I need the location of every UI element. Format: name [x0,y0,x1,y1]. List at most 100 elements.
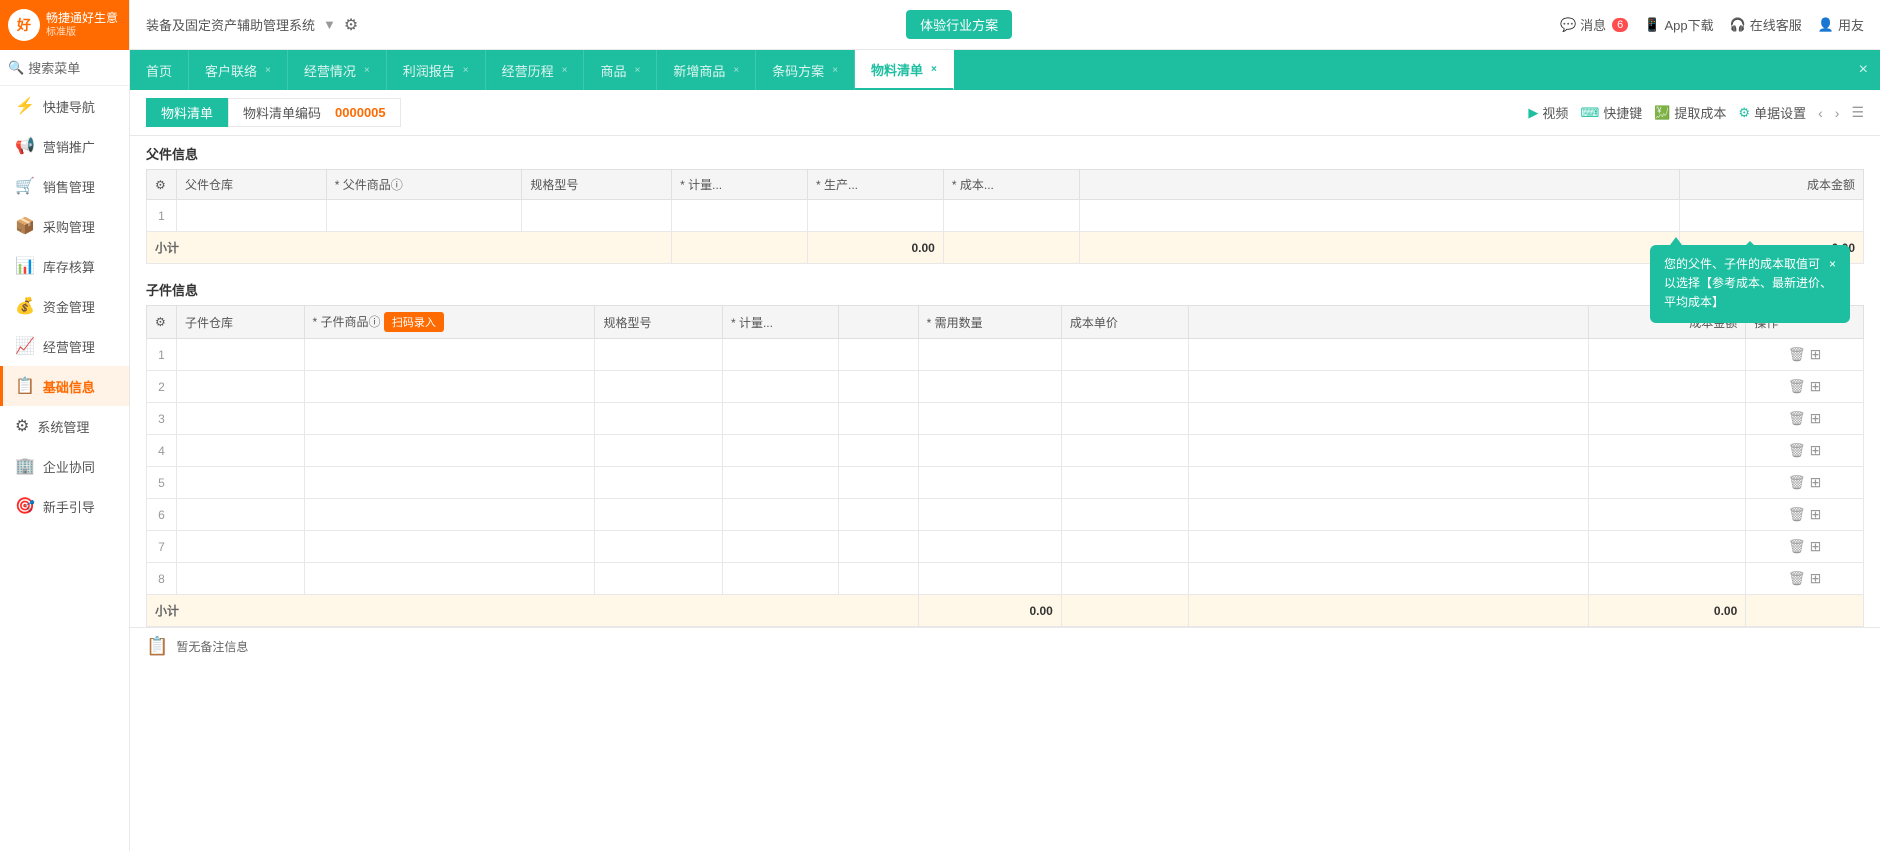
child-row-8-goods[interactable] [304,563,595,595]
extract-cost-button[interactable]: 💹 提取成本 [1654,103,1726,122]
child-row-7-delete-icon[interactable]: 🗑 [1788,538,1806,555]
child-row-7-unit-cost[interactable] [1061,531,1189,563]
child-row-7-spec[interactable] [595,531,723,563]
close-all-tabs-icon[interactable]: × [1847,61,1880,79]
tab-close-icon[interactable]: × [265,65,271,76]
child-row-6-spec[interactable] [595,499,723,531]
child-row-1-unit-cost[interactable] [1061,339,1189,371]
child-row-8-unit[interactable] [722,563,838,595]
child-row-3-goods[interactable] [304,403,595,435]
child-row-8-qty[interactable] [918,563,1061,595]
child-row-6-warehouse[interactable] [177,499,305,531]
child-row-5-qty[interactable] [918,467,1061,499]
tooltip-close-button[interactable]: × [1829,255,1836,274]
child-row-5-copy-icon[interactable]: ⊞ [1810,474,1822,491]
child-row-2-warehouse[interactable] [177,371,305,403]
child-row-6-copy-icon[interactable]: ⊞ [1810,506,1822,523]
sidebar-item-guide[interactable]: 🎯 新手引导 [0,486,129,526]
user-avatar[interactable]: 👤 用友 [1818,15,1864,34]
child-row-7-warehouse[interactable] [177,531,305,563]
parent-row-1-goods[interactable] [326,200,522,232]
tab-profit[interactable]: 利润报告 × [387,50,486,90]
experience-button[interactable]: 体验行业方案 [906,10,1012,39]
tab-goods[interactable]: 商品 × [584,50,657,90]
sidebar-item-system[interactable]: ⚙ 系统管理 [0,406,129,446]
child-row-8-spec[interactable] [595,563,723,595]
child-row-6-qty[interactable] [918,499,1061,531]
child-row-2-qty[interactable] [918,371,1061,403]
child-row-2-copy-icon[interactable]: ⊞ [1810,378,1822,395]
child-row-7-goods[interactable] [304,531,595,563]
sidebar-item-finance[interactable]: 💰 资金管理 [0,286,129,326]
child-row-3-warehouse[interactable] [177,403,305,435]
tab-close-icon[interactable]: × [733,65,739,76]
child-row-7-copy-icon[interactable]: ⊞ [1810,538,1822,555]
shortcut-button[interactable]: ⌨ 快捷键 [1580,103,1642,122]
message-button[interactable]: 💬 消息 6 [1560,15,1628,34]
child-row-3-unit[interactable] [722,403,838,435]
child-row-4-warehouse[interactable] [177,435,305,467]
video-button[interactable]: ▶ 视频 [1528,103,1568,122]
child-row-5-warehouse[interactable] [177,467,305,499]
child-row-6-goods[interactable] [304,499,595,531]
sub-tab-bom-list[interactable]: 物料清单 [146,98,228,127]
parent-row-1-production[interactable] [807,200,943,232]
parent-col-settings[interactable]: ⚙ [147,170,177,200]
child-row-1-spec[interactable] [595,339,723,371]
tab-operations[interactable]: 经营情况 × [288,50,387,90]
parent-row-1-cost-type[interactable] [943,200,1079,232]
app-download-button[interactable]: 📱 App下载 [1644,15,1713,34]
tab-close-icon[interactable]: × [832,65,838,76]
child-row-8-copy-icon[interactable]: ⊞ [1810,570,1822,587]
tab-home[interactable]: 首页 [130,50,189,90]
child-row-2-goods[interactable] [304,371,595,403]
child-row-1-unit[interactable] [722,339,838,371]
child-row-2-unit[interactable] [722,371,838,403]
sidebar-item-basic-info[interactable]: 📋 基础信息 [0,366,129,406]
tab-close-active-icon[interactable]: × [931,64,937,75]
child-row-8-warehouse[interactable] [177,563,305,595]
single-settings-button[interactable]: ⚙ 单据设置 [1738,103,1806,122]
tab-history[interactable]: 经营历程 × [486,50,585,90]
sidebar-item-marketing[interactable]: 📢 营销推广 [0,126,129,166]
child-row-4-copy-icon[interactable]: ⊞ [1810,442,1822,459]
pager-prev-icon[interactable]: ‹ [1818,105,1823,121]
child-row-3-copy-icon[interactable]: ⊞ [1810,410,1822,427]
online-service-button[interactable]: 🎧 在线客服 [1730,15,1802,34]
tab-bom[interactable]: 物料清单 × [855,50,954,90]
child-row-7-qty[interactable] [918,531,1061,563]
child-row-1-delete-icon[interactable]: 🗑 [1788,346,1806,363]
child-row-7-unit[interactable] [722,531,838,563]
child-row-2-spec[interactable] [595,371,723,403]
child-row-4-delete-icon[interactable]: 🗑 [1788,442,1806,459]
dropdown-arrow-icon[interactable]: ▼ [323,17,336,32]
child-row-6-delete-icon[interactable]: 🗑 [1788,506,1806,523]
child-row-1-goods[interactable] [304,339,595,371]
child-row-1-copy-icon[interactable]: ⊞ [1810,346,1822,363]
tab-close-icon[interactable]: × [364,65,370,76]
child-row-5-unit-cost[interactable] [1061,467,1189,499]
sub-tab-bom-code[interactable]: 物料清单编码 0000005 [228,98,401,127]
tab-close-icon[interactable]: × [634,65,640,76]
parent-row-1-unit[interactable] [672,200,808,232]
sidebar-item-enterprise[interactable]: 🏢 企业协同 [0,446,129,486]
child-row-2-unit-cost[interactable] [1061,371,1189,403]
tab-barcode[interactable]: 条码方案 × [756,50,855,90]
child-row-4-qty[interactable] [918,435,1061,467]
scan-input-button[interactable]: 扫码录入 [384,312,444,332]
child-row-8-unit-cost[interactable] [1061,563,1189,595]
sidebar-item-operations[interactable]: 📈 经营管理 [0,326,129,366]
parent-row-1-spec[interactable] [522,200,672,232]
child-row-5-goods[interactable] [304,467,595,499]
child-row-4-goods[interactable] [304,435,595,467]
sidebar-item-inventory[interactable]: 📊 库存核算 [0,246,129,286]
tab-close-icon[interactable]: × [562,65,568,76]
child-row-1-warehouse[interactable] [177,339,305,371]
tab-new-goods[interactable]: 新增商品 × [657,50,756,90]
child-row-3-qty[interactable] [918,403,1061,435]
child-row-5-delete-icon[interactable]: 🗑 [1788,474,1806,491]
sidebar-item-quick-nav[interactable]: ⚡ 快捷导航 [0,86,129,126]
settings-icon[interactable]: ⚙ [344,15,358,35]
child-row-3-spec[interactable] [595,403,723,435]
tab-customer[interactable]: 客户联络 × [189,50,288,90]
